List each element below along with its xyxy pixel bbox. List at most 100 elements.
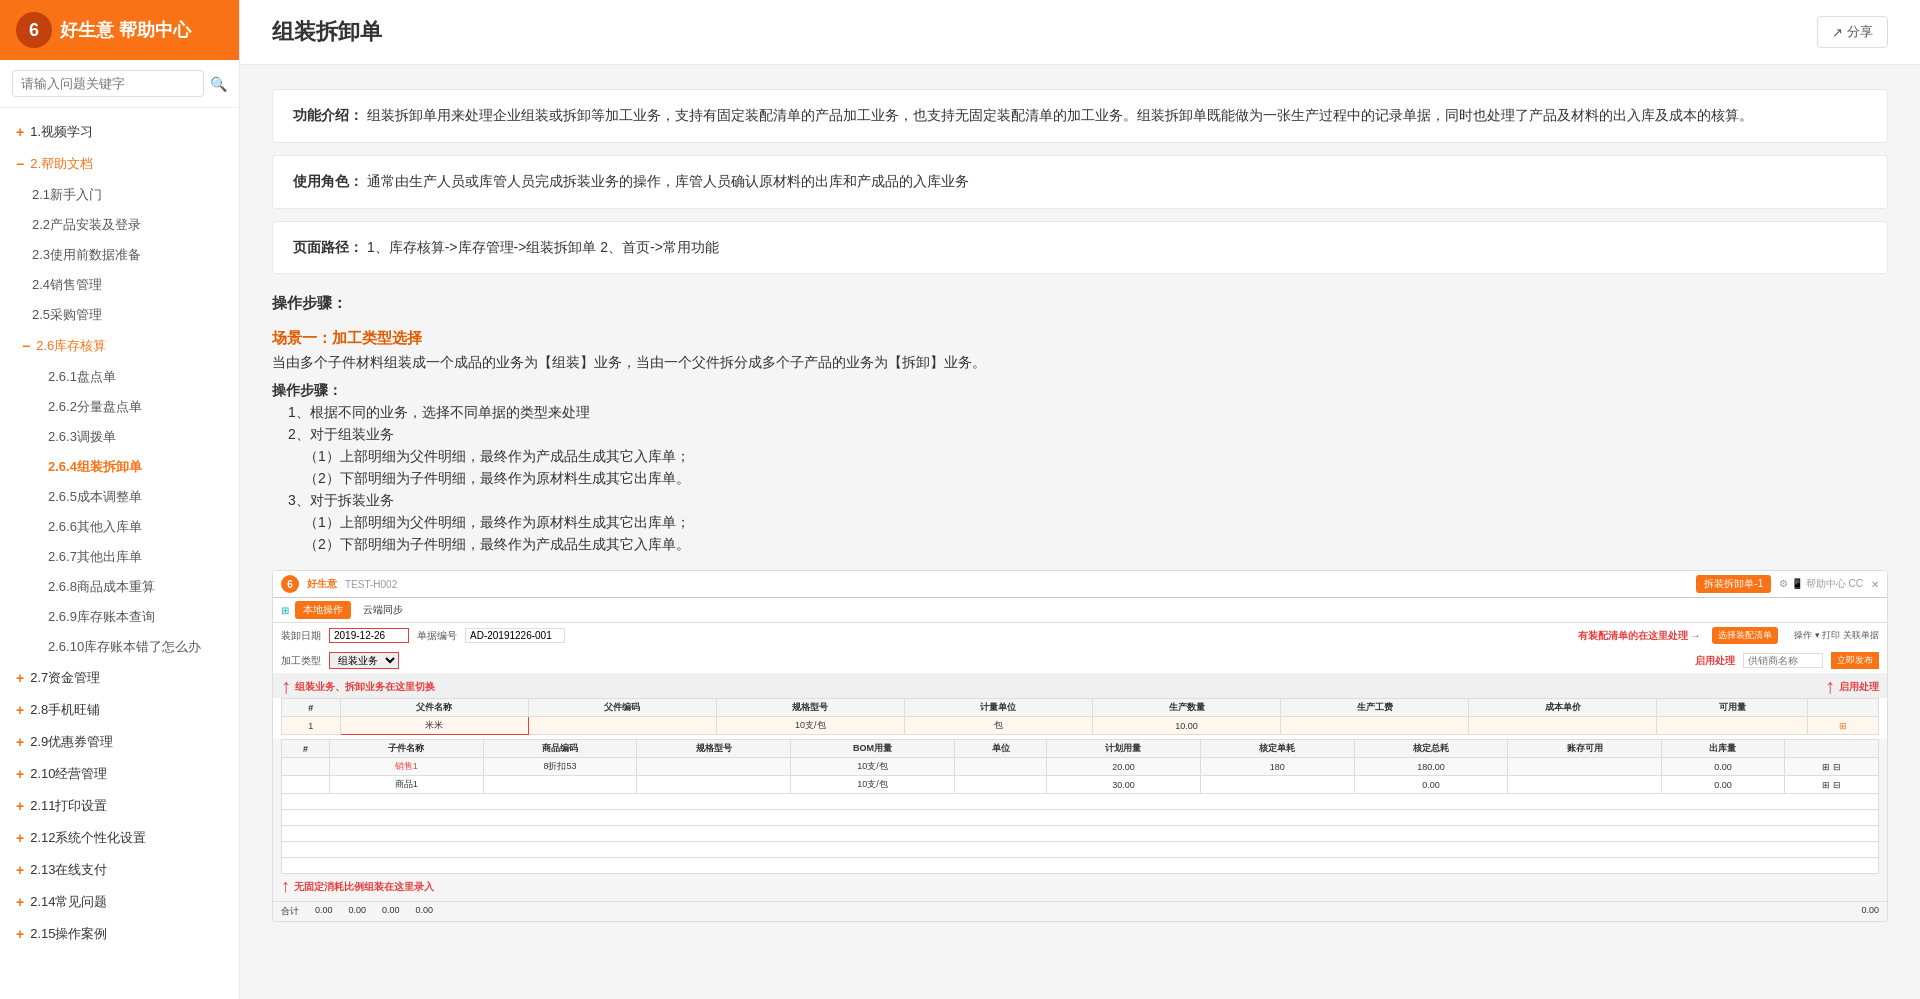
ss-date-input[interactable]: [329, 628, 409, 643]
ss-th-parent-name: 父件名称: [340, 699, 528, 717]
ss-orange-button[interactable]: 拆装拆卸单-1: [1696, 575, 1771, 593]
nav-label-1: 1.视频学习: [30, 123, 93, 141]
role-block: 使用角色： 通常由生产人员或库管人员完成拆装业务的操作，库管人员确认原材料的出库…: [272, 155, 1888, 209]
ss-sub-th-stock: 账存可用: [1508, 740, 1662, 758]
sidebar-subitem-2-6-10[interactable]: 2.6.10库存账本错了怎么办: [0, 632, 239, 662]
ss-tab-local[interactable]: 本地操作: [295, 601, 351, 619]
scene1-desc: 当由多个子件材料组装成一个成品的业务为【组装】业务，当由一个父件拆分成多个子产品…: [272, 354, 1888, 372]
ss-billno-label: 单据编号: [417, 629, 457, 643]
ss-logo: 6: [281, 575, 299, 593]
ss-apply-btn[interactable]: 立即发布: [1831, 652, 1879, 669]
steps-subtitle: 操作步骤：: [272, 382, 1888, 400]
ss-form-area: 装卸日期 单据编号 有装配清单的在这里处理 → 选择装配清单 操作 ▾ 打印 关…: [273, 623, 1887, 698]
sidebar-subitem-2-3[interactable]: 2.3使用前数据准备: [0, 240, 239, 270]
ss-total-1: 0.00: [315, 905, 333, 918]
sidebar-subitem-2-6-7[interactable]: 2.6.7其他出库单: [0, 542, 239, 572]
share-icon: ↗: [1832, 25, 1843, 40]
ss-type-select[interactable]: 组装业务 拆卸业务: [329, 652, 399, 669]
sub-table-row-2: 商品1 10支/包 30.00 0.00 0.00 ⊞ ⊟: [282, 776, 1879, 794]
annotation-4: 无固定消耗比例组装在这里录入: [294, 880, 434, 894]
ss-assign-btn[interactable]: 选择装配清单: [1712, 627, 1778, 644]
sidebar-subitem-2-5[interactable]: 2.5采购管理: [0, 300, 239, 330]
search-input[interactable]: [12, 70, 204, 97]
sidebar-item-2-8[interactable]: + 2.8手机旺铺: [0, 694, 239, 726]
ss-td-num-1: 1: [282, 717, 341, 735]
func-intro-label: 功能介绍：: [293, 107, 363, 123]
role-text: 通常由生产人员或库管人员完成拆装业务的操作，库管人员确认原材料的出库和产成品的入…: [367, 173, 969, 189]
sidebar-item-2-10[interactable]: + 2.10经营管理: [0, 758, 239, 790]
expand-icon-2-8: +: [16, 702, 24, 718]
sidebar-item-2-14[interactable]: + 2.14常见问题: [0, 886, 239, 918]
ss-th-fee: 生产工费: [1281, 699, 1469, 717]
ss-toolbar: ⊞ 本地操作 云端同步: [273, 598, 1887, 623]
sidebar-item-2-13[interactable]: + 2.13在线支付: [0, 854, 239, 886]
sub-table-row-1: 销售1 8折扣53 10支/包 20.00 180 180.00 0.00: [282, 758, 1879, 776]
sidebar-subitem-2-6-6[interactable]: 2.6.6其他入库单: [0, 512, 239, 542]
sidebar-item-1[interactable]: + 1.视频学习: [0, 116, 239, 148]
sidebar-item-2[interactable]: − 2.帮助文档: [0, 148, 239, 180]
search-icon[interactable]: 🔍: [210, 76, 227, 92]
logo-text: 6: [29, 20, 39, 41]
share-button[interactable]: ↗ 分享: [1817, 16, 1888, 48]
ss-th-cost: 成本单价: [1469, 699, 1657, 717]
sidebar-subitem-2-6-8[interactable]: 2.6.8商品成本重算: [0, 572, 239, 602]
ss-th-avail: 可用量: [1657, 699, 1807, 717]
sidebar-subitem-2-6-1[interactable]: 2.6.1盘点单: [0, 362, 239, 392]
ss-sub-header-row: # 子件名称 商品编码 规格型号 BOM用量 单位 计划用量 核定单耗 核定总耗…: [282, 740, 1879, 758]
sidebar-item-2-9[interactable]: + 2.9优惠券管理: [0, 726, 239, 758]
ss-tab-cloud[interactable]: 云端同步: [357, 601, 409, 619]
sidebar: 6 好生意 帮助中心 🔍 + 1.视频学习 − 2.帮助文档 2.1新手入门 2…: [0, 0, 240, 999]
sidebar-item-2-11[interactable]: + 2.11打印设置: [0, 790, 239, 822]
ss-sub-th-bom: BOM用量: [790, 740, 954, 758]
arrow-up-icon-2: ↑: [1825, 675, 1835, 698]
expand-icon-2-9: +: [16, 734, 24, 750]
ss-sub-th-plan: 计划用量: [1047, 740, 1201, 758]
step3: 3、对于拆装业务: [288, 492, 1888, 510]
ss-sub-table-wrapper: # 子件名称 商品编码 规格型号 BOM用量 单位 计划用量 核定单耗 核定总耗…: [273, 739, 1887, 901]
ss-sub-th-std2: 核定总耗: [1354, 740, 1508, 758]
ss-total-label: 合计: [281, 905, 299, 918]
sidebar-subitem-2-4[interactable]: 2.4销售管理: [0, 270, 239, 300]
ss-sub-th-child-name: 子件名称: [329, 740, 483, 758]
sidebar-subitem-2-2[interactable]: 2.2产品安装及登录: [0, 210, 239, 240]
ss-more-actions[interactable]: 操作 ▾ 打印 关联单据: [1794, 629, 1879, 642]
ss-th-num: #: [282, 699, 341, 717]
ss-type-label: 加工类型: [281, 654, 321, 668]
sidebar-subitem-2-6-5[interactable]: 2.6.5成本调整单: [0, 482, 239, 512]
ss-close-icon[interactable]: ✕: [1871, 579, 1879, 590]
logo-circle: 6: [16, 12, 52, 48]
ss-th-parent-code: 父件编码: [528, 699, 716, 717]
ss-form-row-2: 加工类型 组装业务 拆卸业务 启用处理 立即发布: [273, 648, 1887, 673]
table-row: 1 米米 10支/包 包 10.00 ⊞: [282, 717, 1879, 735]
ss-vendor-input[interactable]: [1743, 653, 1823, 668]
ss-sub-th-code: 商品编码: [483, 740, 637, 758]
main-content: 组装拆卸单 ↗ 分享 功能介绍： 组装拆卸单用来处理企业组装或拆卸等加工业务，支…: [240, 0, 1920, 999]
nav-label-2-6: 2.6库存核算: [36, 337, 106, 355]
main-header: 组装拆卸单 ↗ 分享: [240, 0, 1920, 65]
func-intro-block: 功能介绍： 组装拆卸单用来处理企业组装或拆卸等加工业务，支持有固定装配清单的产品…: [272, 89, 1888, 143]
sidebar-item-2-15[interactable]: + 2.15操作案例: [0, 918, 239, 950]
sidebar-subitem-2-6-3[interactable]: 2.6.3调拨单: [0, 422, 239, 452]
nav-label-2-10: 2.10经营管理: [30, 765, 107, 783]
sidebar-item-2-12[interactable]: + 2.12系统个性化设置: [0, 822, 239, 854]
ss-billno-input[interactable]: [465, 628, 565, 643]
ss-th-action: [1807, 699, 1878, 717]
sidebar-item-2-6[interactable]: − 2.6库存核算: [0, 330, 239, 362]
ss-td-name-1: 米米: [340, 717, 528, 735]
sidebar-item-2-7[interactable]: + 2.7资金管理: [0, 662, 239, 694]
sidebar-subitem-2-6-9[interactable]: 2.6.9库存账本查询: [0, 602, 239, 632]
sidebar-subitem-2-6-4[interactable]: 2.6.4组装拆卸单: [0, 452, 239, 482]
scene1-title: 场景一：加工类型选择: [272, 329, 1888, 348]
sub-table-row-6: [282, 842, 1879, 858]
ss-bottom-row: 合计 0.00 0.00 0.00 0.00 0.00: [273, 901, 1887, 921]
expand-icon-2-13: +: [16, 862, 24, 878]
nav-label-2-7: 2.7资金管理: [30, 669, 100, 687]
steps-section: 操作步骤： 场景一：加工类型选择 当由多个子件材料组装成一个成品的业务为【组装】…: [272, 294, 1888, 554]
ss-td-act-1[interactable]: ⊞: [1807, 717, 1878, 735]
annotation-1: 有装配清单的在这里处理 →: [1578, 629, 1701, 643]
sidebar-subitem-2-1[interactable]: 2.1新手入门: [0, 180, 239, 210]
ss-home-icon: ⊞: [281, 605, 289, 616]
sidebar-title: 好生意 帮助中心: [60, 18, 191, 42]
expand-icon-2-12: +: [16, 830, 24, 846]
sidebar-subitem-2-6-2[interactable]: 2.6.2分量盘点单: [0, 392, 239, 422]
